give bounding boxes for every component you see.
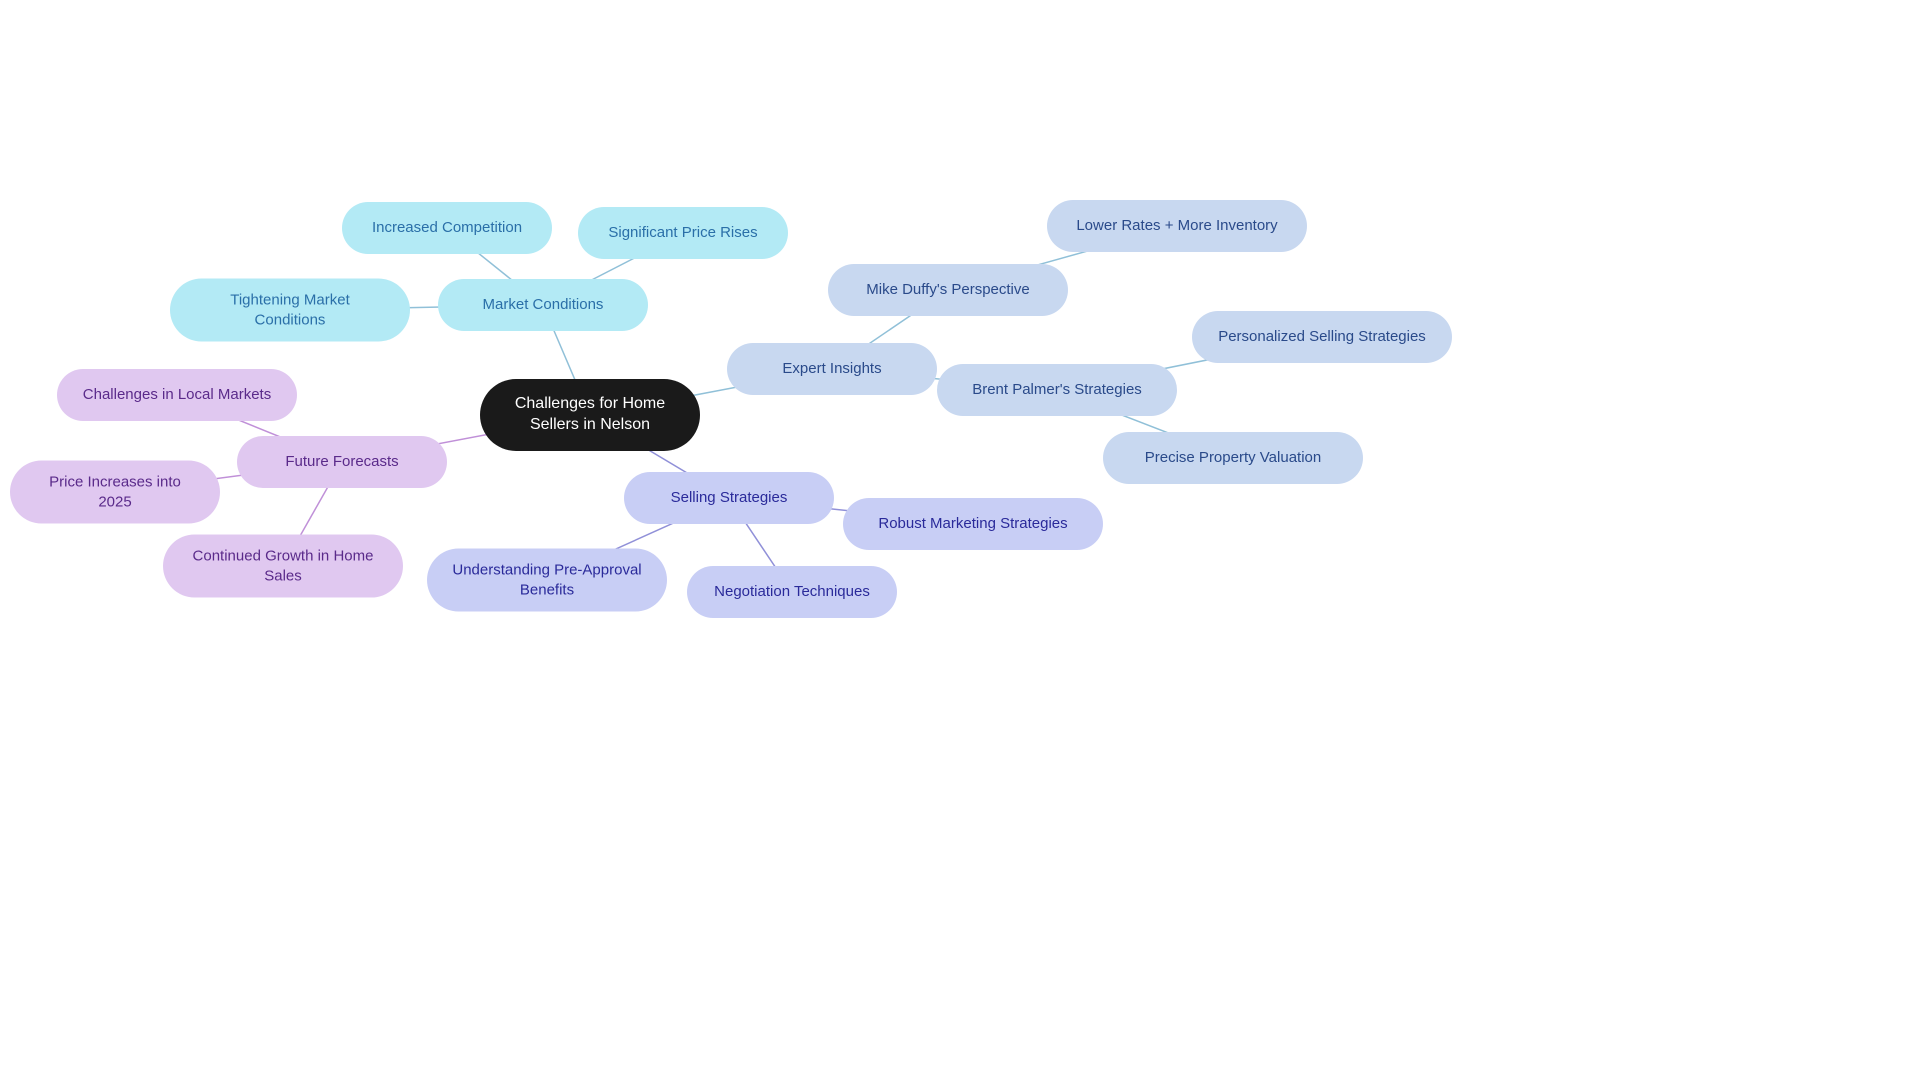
node-negotiation-techniques[interactable]: Negotiation Techniques	[687, 566, 897, 618]
node-robust-marketing[interactable]: Robust Marketing Strategies	[843, 498, 1103, 550]
node-market-conditions[interactable]: Market Conditions	[438, 279, 648, 331]
node-label-personalized-selling: Personalized Selling Strategies	[1218, 327, 1426, 347]
node-challenges-local[interactable]: Challenges in Local Markets	[57, 369, 297, 421]
node-label-robust-marketing: Robust Marketing Strategies	[878, 514, 1067, 534]
node-label-mike-duffy: Mike Duffy's Perspective	[866, 280, 1029, 300]
node-label-expert-insights: Expert Insights	[782, 359, 881, 379]
node-label-future-forecasts: Future Forecasts	[285, 452, 398, 472]
node-personalized-selling[interactable]: Personalized Selling Strategies	[1192, 311, 1452, 363]
node-increased-competition[interactable]: Increased Competition	[342, 202, 552, 254]
node-label-increased-competition: Increased Competition	[372, 218, 522, 238]
node-selling-strategies[interactable]: Selling Strategies	[624, 472, 834, 524]
node-label-market-conditions: Market Conditions	[483, 295, 604, 315]
node-continued-growth[interactable]: Continued Growth in Home Sales	[163, 535, 403, 598]
mindmap-container: Challenges for Home Sellers in Nelson Mar…	[0, 0, 1920, 1083]
node-tightening-market[interactable]: Tightening Market Conditions	[170, 279, 410, 342]
node-significant-price-rises[interactable]: Significant Price Rises	[578, 207, 788, 259]
node-expert-insights[interactable]: Expert Insights	[727, 343, 937, 395]
node-label-precise-valuation: Precise Property Valuation	[1145, 448, 1321, 468]
node-understanding-preapproval[interactable]: Understanding Pre-Approval Benefits	[427, 549, 667, 612]
node-label-significant-price-rises: Significant Price Rises	[608, 223, 757, 243]
node-label-lower-rates: Lower Rates + More Inventory	[1076, 216, 1277, 236]
node-label-challenges-local: Challenges in Local Markets	[83, 385, 271, 405]
node-label-negotiation-techniques: Negotiation Techniques	[714, 582, 870, 602]
node-center[interactable]: Challenges for Home Sellers in Nelson	[480, 379, 700, 451]
node-brent-palmer[interactable]: Brent Palmer's Strategies	[937, 364, 1177, 416]
node-label-continued-growth: Continued Growth in Home Sales	[187, 547, 379, 586]
node-label-tightening-market: Tightening Market Conditions	[194, 291, 386, 330]
node-price-increases[interactable]: Price Increases into 2025	[10, 461, 220, 524]
node-label-center: Challenges for Home Sellers in Nelson	[508, 394, 672, 436]
node-label-brent-palmer: Brent Palmer's Strategies	[972, 380, 1142, 400]
node-precise-valuation[interactable]: Precise Property Valuation	[1103, 432, 1363, 484]
node-mike-duffy[interactable]: Mike Duffy's Perspective	[828, 264, 1068, 316]
node-future-forecasts[interactable]: Future Forecasts	[237, 436, 447, 488]
node-label-understanding-preapproval: Understanding Pre-Approval Benefits	[451, 561, 643, 600]
node-lower-rates[interactable]: Lower Rates + More Inventory	[1047, 200, 1307, 252]
node-label-price-increases: Price Increases into 2025	[34, 473, 196, 512]
node-label-selling-strategies: Selling Strategies	[671, 488, 788, 508]
